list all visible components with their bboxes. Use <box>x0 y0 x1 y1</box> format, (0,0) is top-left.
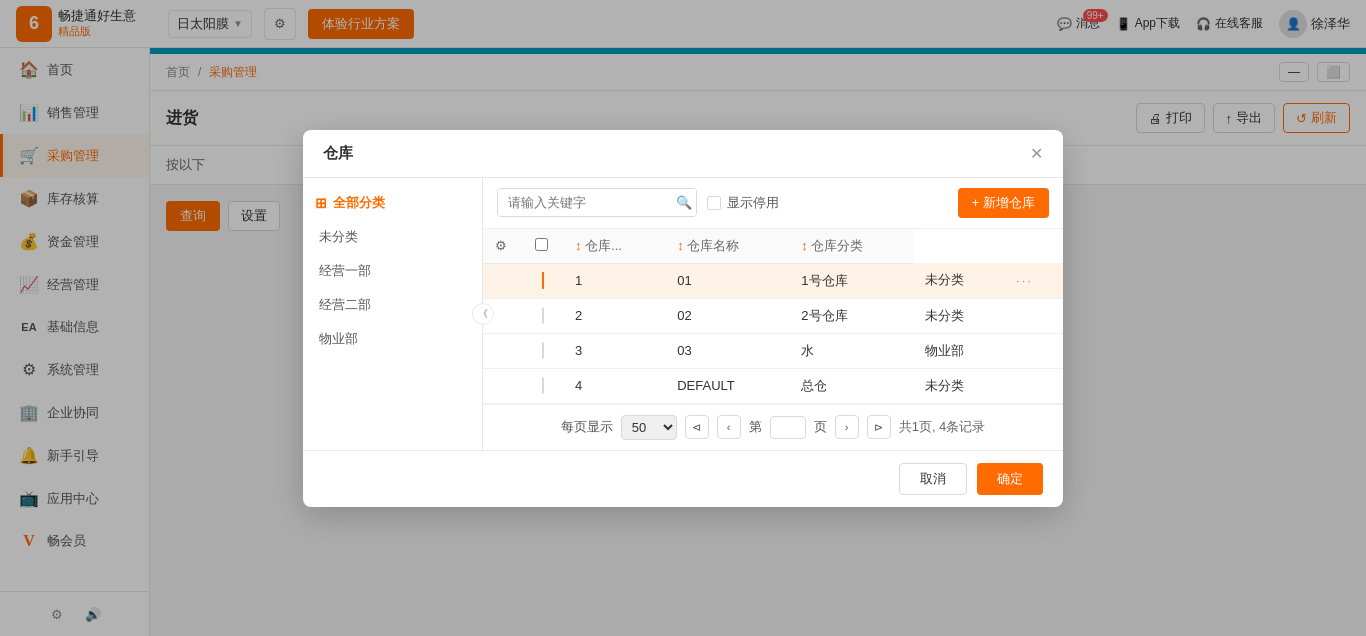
row-category: 未分类 <box>913 263 1004 298</box>
col-category-header: ↕ 仓库分类 <box>789 229 913 264</box>
col-check <box>523 229 563 264</box>
right-panel: 🔍 显示停用 + 新增仓库 ⚙ <box>483 178 1063 450</box>
row-code: 01 <box>665 263 789 298</box>
warehouse-dialog: 仓库 ✕ 《 ⊞ 全部分类 未分类 经营一部 经营二部 物业部 <box>303 130 1063 507</box>
row-check <box>523 333 563 368</box>
all-categories-item[interactable]: ⊞ 全部分类 <box>303 186 482 220</box>
row-checkbox[interactable] <box>542 342 544 359</box>
pagination: 每页显示 50 100 200 ⊲ ‹ 第 1 页 › ⊳ 共1页, 4条记录 <box>483 404 1063 450</box>
row-category: 未分类 <box>913 298 1004 333</box>
col-gear: ⚙ <box>483 229 523 264</box>
dialog-footer: 取消 确定 <box>303 450 1063 507</box>
left-panel: 《 ⊞ 全部分类 未分类 经营一部 经营二部 物业部 <box>303 178 483 450</box>
col-name-header: ↕ 仓库名称 <box>665 229 789 264</box>
row-actions <box>1004 368 1063 403</box>
search-input[interactable] <box>498 189 668 216</box>
sort-icon3: ↕ <box>801 238 808 253</box>
table-row[interactable]: 2 02 2号仓库 未分类 <box>483 298 1063 333</box>
row-name: 总仓 <box>789 368 913 403</box>
dialog-close-button[interactable]: ✕ <box>1030 144 1043 163</box>
row-check <box>523 263 563 298</box>
row-gear <box>483 368 523 403</box>
category-item-dept2[interactable]: 经营二部 <box>303 288 482 322</box>
dialog-header: 仓库 ✕ <box>303 130 1063 178</box>
page-number-input[interactable]: 1 <box>770 416 806 439</box>
table-row[interactable]: 3 03 水 物业部 <box>483 333 1063 368</box>
row-check <box>523 298 563 333</box>
per-page-select[interactable]: 50 100 200 <box>621 415 677 440</box>
row-category: 物业部 <box>913 333 1004 368</box>
category-item-property[interactable]: 物业部 <box>303 322 482 356</box>
dialog-title: 仓库 <box>323 144 353 163</box>
select-all-checkbox[interactable] <box>535 238 548 251</box>
category-item-dept1[interactable]: 经营一部 <box>303 254 482 288</box>
row-checkbox[interactable] <box>542 377 544 394</box>
table-row[interactable]: 4 DEFAULT 总仓 未分类 <box>483 368 1063 403</box>
row-name: 1号仓库 <box>789 263 913 298</box>
row-category: 未分类 <box>913 368 1004 403</box>
row-gear <box>483 263 523 298</box>
row-more-button[interactable]: ··· <box>1016 273 1033 288</box>
add-warehouse-button[interactable]: + 新增仓库 <box>958 188 1049 218</box>
table-header: ⚙ ↕ 仓库... ↕ 仓库名称 <box>483 229 1063 264</box>
row-num: 4 <box>563 368 665 403</box>
total-info: 共1页, 4条记录 <box>899 418 986 436</box>
page-last-button[interactable]: ⊳ <box>867 415 891 439</box>
disabled-checkbox-visual <box>707 196 721 210</box>
grid-icon: ⊞ <box>315 195 327 211</box>
row-actions <box>1004 298 1063 333</box>
table-row[interactable]: 1 01 1号仓库 未分类 ··· <box>483 263 1063 298</box>
row-name: 水 <box>789 333 913 368</box>
warehouse-table: ⚙ ↕ 仓库... ↕ 仓库名称 <box>483 229 1063 404</box>
row-num: 2 <box>563 298 665 333</box>
row-gear <box>483 333 523 368</box>
search-icon[interactable]: 🔍 <box>668 189 697 216</box>
page-prev-button[interactable]: ‹ <box>717 415 741 439</box>
row-name: 2号仓库 <box>789 298 913 333</box>
row-checkbox[interactable] <box>542 272 544 289</box>
row-code: 02 <box>665 298 789 333</box>
sort-icon2: ↕ <box>677 238 684 253</box>
dialog-overlay: 仓库 ✕ 《 ⊞ 全部分类 未分类 经营一部 经营二部 物业部 <box>0 0 1366 636</box>
category-item-unclassified[interactable]: 未分类 <box>303 220 482 254</box>
dialog-body: 《 ⊞ 全部分类 未分类 经营一部 经营二部 物业部 🔍 <box>303 178 1063 450</box>
col-code-header: ↕ 仓库... <box>563 229 665 264</box>
table-container: ⚙ ↕ 仓库... ↕ 仓库名称 <box>483 229 1063 404</box>
row-num: 3 <box>563 333 665 368</box>
sort-icon: ↕ <box>575 238 582 253</box>
row-code: 03 <box>665 333 789 368</box>
page-first-button[interactable]: ⊲ <box>685 415 709 439</box>
show-disabled-label[interactable]: 显示停用 <box>707 194 779 212</box>
confirm-button[interactable]: 确定 <box>977 463 1043 495</box>
search-bar: 🔍 显示停用 + 新增仓库 <box>483 178 1063 229</box>
row-checkbox[interactable] <box>542 307 544 324</box>
page-next-button[interactable]: › <box>835 415 859 439</box>
row-check <box>523 368 563 403</box>
row-actions <box>1004 333 1063 368</box>
row-code: DEFAULT <box>665 368 789 403</box>
collapse-button[interactable]: 《 <box>472 303 494 325</box>
table-body: 1 01 1号仓库 未分类 ··· 2 02 2 <box>483 263 1063 403</box>
row-num: 1 <box>563 263 665 298</box>
search-input-wrap: 🔍 <box>497 188 697 217</box>
cancel-button[interactable]: 取消 <box>899 463 967 495</box>
row-actions: ··· <box>1004 263 1063 298</box>
